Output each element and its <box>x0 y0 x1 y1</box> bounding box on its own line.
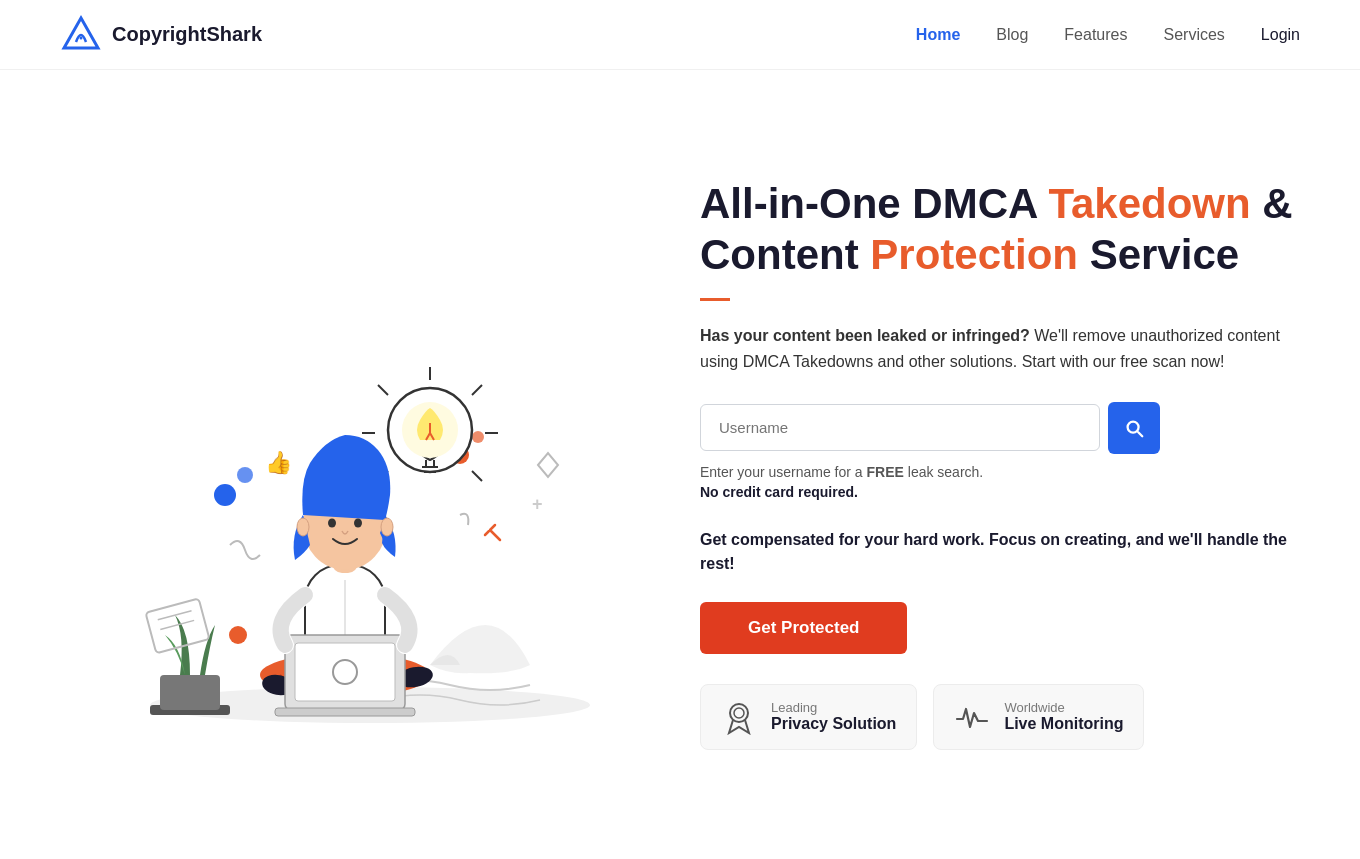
badge-monitoring: Worldwide Live Monitoring <box>933 684 1144 750</box>
heading-part1: All-in-One DMCA <box>700 180 1048 227</box>
heading-highlight2: Protection <box>870 231 1078 278</box>
search-button[interactable] <box>1108 402 1160 454</box>
svg-point-3 <box>214 484 236 506</box>
svg-point-4 <box>237 467 253 483</box>
badge-monitoring-text: Worldwide Live Monitoring <box>1004 700 1123 733</box>
svg-rect-9 <box>160 675 220 710</box>
svg-point-6 <box>472 431 484 443</box>
badge-privacy-text: Leading Privacy Solution <box>771 700 896 733</box>
svg-line-19 <box>472 385 482 395</box>
search-hint-free: FREE <box>867 464 904 480</box>
search-hint-prefix: Enter your username for a <box>700 464 867 480</box>
svg-point-45 <box>734 708 744 718</box>
badge-monitoring-top: Worldwide <box>1004 700 1123 715</box>
svg-point-38 <box>328 518 336 527</box>
logo-icon <box>60 14 102 56</box>
nav-blog[interactable]: Blog <box>996 26 1028 44</box>
svg-point-41 <box>381 518 393 536</box>
logo[interactable]: CopyrightShark <box>60 14 262 56</box>
search-icon <box>1123 417 1145 439</box>
svg-point-39 <box>354 518 362 527</box>
svg-rect-10 <box>145 598 209 653</box>
svg-point-44 <box>730 704 748 722</box>
nav-services[interactable]: Services <box>1163 26 1224 44</box>
svg-text:+: + <box>532 494 543 514</box>
svg-rect-33 <box>295 643 395 701</box>
award-icon <box>721 699 757 735</box>
get-protected-button[interactable]: Get Protected <box>700 602 907 654</box>
search-hint-suffix: leak search. <box>904 464 983 480</box>
logo-text: CopyrightShark <box>112 23 262 46</box>
search-hint: Enter your username for a FREE leak sear… <box>700 464 1300 480</box>
main-nav: Home Blog Features Services Login <box>916 26 1300 44</box>
svg-line-12 <box>160 620 194 629</box>
hero-description: Has your content been leaked or infringe… <box>700 323 1300 376</box>
svg-marker-0 <box>64 18 98 48</box>
svg-line-11 <box>158 610 192 619</box>
illustration-column: 👍 + <box>60 185 640 745</box>
search-row <box>700 402 1300 454</box>
nav-home[interactable]: Home <box>916 26 960 44</box>
main-content: 👍 + All-in-One DMCA Takedown & Content P… <box>0 70 1360 859</box>
heading-part3: Service <box>1078 231 1239 278</box>
desc-bold: Has your content been leaked or infringe… <box>700 327 1030 344</box>
hero-content: All-in-One DMCA Takedown & Content Prote… <box>680 179 1300 750</box>
main-heading: All-in-One DMCA Takedown & Content Prote… <box>700 179 1300 280</box>
no-cc-text: No credit card required. <box>700 484 1300 500</box>
nav-login[interactable]: Login <box>1261 26 1300 44</box>
badge-privacy-main: Privacy Solution <box>771 715 896 733</box>
cta-description: Get compensated for your hard work. Focu… <box>700 528 1300 576</box>
nav-features[interactable]: Features <box>1064 26 1127 44</box>
site-header: CopyrightShark Home Blog Features Servic… <box>0 0 1360 70</box>
heading-highlight1: Takedown <box>1048 180 1250 227</box>
accent-divider <box>700 298 730 301</box>
hero-illustration: 👍 + <box>70 185 630 745</box>
badge-privacy-top: Leading <box>771 700 896 715</box>
badge-monitoring-main: Live Monitoring <box>1004 715 1123 733</box>
feature-badges: Leading Privacy Solution Worldwide Live … <box>700 684 1300 750</box>
svg-point-40 <box>297 518 309 536</box>
svg-line-22 <box>472 471 482 481</box>
badge-privacy: Leading Privacy Solution <box>700 684 917 750</box>
svg-text:👍: 👍 <box>265 449 293 476</box>
username-input[interactable] <box>700 404 1100 451</box>
activity-icon <box>954 699 990 735</box>
svg-point-7 <box>229 626 247 644</box>
svg-point-1 <box>80 36 83 39</box>
svg-line-17 <box>378 385 388 395</box>
svg-rect-35 <box>275 708 415 716</box>
